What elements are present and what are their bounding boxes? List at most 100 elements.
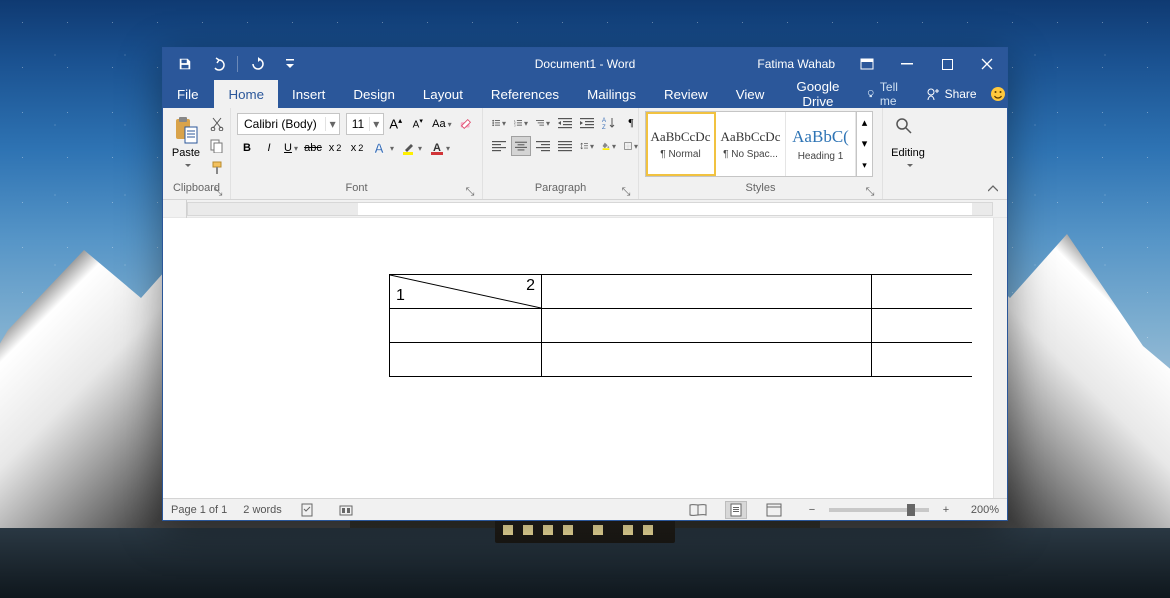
italic-button[interactable]: I [259,138,279,158]
maximize-button[interactable] [927,48,967,80]
user-name[interactable]: Fatima Wahab [745,57,847,71]
style-normal[interactable]: AaBbCcDc ¶ Normal [646,112,716,176]
strikethrough-button[interactable]: abc [303,138,323,158]
document-page[interactable]: 1 2 [187,236,993,498]
vertical-scrollbar[interactable] [993,218,1007,498]
font-name-selector[interactable]: Calibri (Body) ▾ [237,113,340,135]
spellcheck-button[interactable] [298,501,320,519]
copy-icon [210,139,224,153]
grow-font-button[interactable]: A▴ [386,114,406,134]
print-layout-button[interactable] [725,501,747,519]
tab-layout[interactable]: Layout [409,80,477,108]
table-cell[interactable] [872,275,972,309]
smiley-icon [990,86,1006,102]
web-layout-button[interactable] [763,501,785,519]
qat-customize-button[interactable] [276,48,304,80]
line-spacing-button[interactable]: ▾ [577,136,597,156]
subscript-button[interactable]: x2 [325,138,345,158]
clipboard-launcher[interactable]: ⤡ [212,186,224,198]
copy-button[interactable] [207,136,227,156]
tell-me-input[interactable]: Tell me [857,80,913,108]
save-button[interactable] [171,48,199,80]
sort-button[interactable]: AZ [599,113,619,133]
svg-text:A: A [602,118,606,124]
read-mode-button[interactable] [687,501,709,519]
editing-button[interactable]: Editing [889,111,927,171]
table-cell-diagonal[interactable]: 1 2 [390,275,542,309]
document-table[interactable]: 1 2 [389,274,972,377]
tab-references[interactable]: References [477,80,573,108]
font-size-selector[interactable]: 11 ▾ [346,113,384,135]
styles-scroll-up[interactable]: ▴ [856,112,872,133]
zoom-level[interactable]: 200% [963,504,999,516]
justify-button[interactable] [555,136,575,156]
increase-indent-button[interactable] [577,113,597,133]
table-cell[interactable] [390,343,542,377]
table-cell[interactable] [542,309,872,343]
minimize-button[interactable] [887,48,927,80]
macro-recording-button[interactable] [336,501,358,519]
shrink-font-button[interactable]: A▾ [408,114,428,134]
tab-home[interactable]: Home [214,80,278,108]
multilevel-list-button[interactable]: ▾ [533,113,553,133]
bullets-button[interactable]: ▾ [489,113,509,133]
tab-view[interactable]: View [722,80,779,108]
undo-button[interactable] [203,48,231,80]
clear-formatting-button[interactable] [456,114,476,134]
font-launcher[interactable]: ⤡ [464,186,476,198]
tab-mailings[interactable]: Mailings [573,80,650,108]
align-right-button[interactable] [533,136,553,156]
ribbon-display-options-button[interactable] [847,48,887,80]
tab-insert[interactable]: Insert [278,80,339,108]
paste-button[interactable]: Paste [169,111,203,171]
table-cell[interactable] [542,275,872,309]
document-area[interactable]: 1 2 [163,218,1007,498]
page-indicator[interactable]: Page 1 of 1 [171,504,227,516]
change-case-button[interactable]: Aa▾ [430,114,454,134]
table-row[interactable] [390,309,972,343]
numbering-button[interactable]: 123▾ [511,113,531,133]
font-color-button[interactable]: A▾ [427,138,453,158]
collapse-ribbon-button[interactable] [985,181,1001,197]
borders-button[interactable]: ▾ [621,136,641,156]
style-no-spacing[interactable]: AaBbCcDc ¶ No Spac... [716,112,786,176]
share-button[interactable]: Share [914,80,989,108]
align-left-button[interactable] [489,136,509,156]
zoom-slider-thumb[interactable] [907,504,915,516]
tab-google-drive[interactable]: Google Drive [778,80,857,108]
decrease-indent-button[interactable] [555,113,575,133]
styles-expand[interactable]: ▾ [856,155,872,176]
table-cell[interactable] [872,309,972,343]
zoom-slider[interactable] [829,508,929,512]
underline-button[interactable]: U▾ [281,138,301,158]
shading-button[interactable]: ▾ [599,136,619,156]
zoom-out-button[interactable]: − [801,501,823,519]
zoom-in-button[interactable]: + [935,501,957,519]
paragraph-launcher[interactable]: ⤡ [620,186,632,198]
superscript-button[interactable]: x2 [347,138,367,158]
tab-file[interactable]: File [163,80,212,108]
word-count[interactable]: 2 words [243,504,282,516]
align-center-button[interactable] [511,136,531,156]
bold-button[interactable]: B [237,138,257,158]
styles-launcher[interactable]: ⤡ [864,186,876,198]
styles-gallery-scroller: ▴ ▾ ▾ [856,112,872,176]
feedback-button[interactable] [989,80,1007,108]
show-paragraph-marks-button[interactable]: ¶ [621,113,641,133]
cut-button[interactable] [207,114,227,134]
table-cell[interactable] [390,309,542,343]
style-heading-1[interactable]: AaBbC( Heading 1 [786,112,856,176]
ruler[interactable] [163,200,1007,218]
close-button[interactable] [967,48,1007,80]
format-painter-button[interactable] [207,158,227,178]
table-cell[interactable] [872,343,972,377]
table-row[interactable]: 1 2 [390,275,972,309]
tab-review[interactable]: Review [650,80,722,108]
table-row[interactable] [390,343,972,377]
highlight-button[interactable]: ▾ [399,138,425,158]
table-cell[interactable] [542,343,872,377]
redo-button[interactable] [244,48,272,80]
tab-design[interactable]: Design [339,80,409,108]
text-effects-button[interactable]: A▾ [369,138,397,158]
styles-scroll-down[interactable]: ▾ [856,133,872,154]
